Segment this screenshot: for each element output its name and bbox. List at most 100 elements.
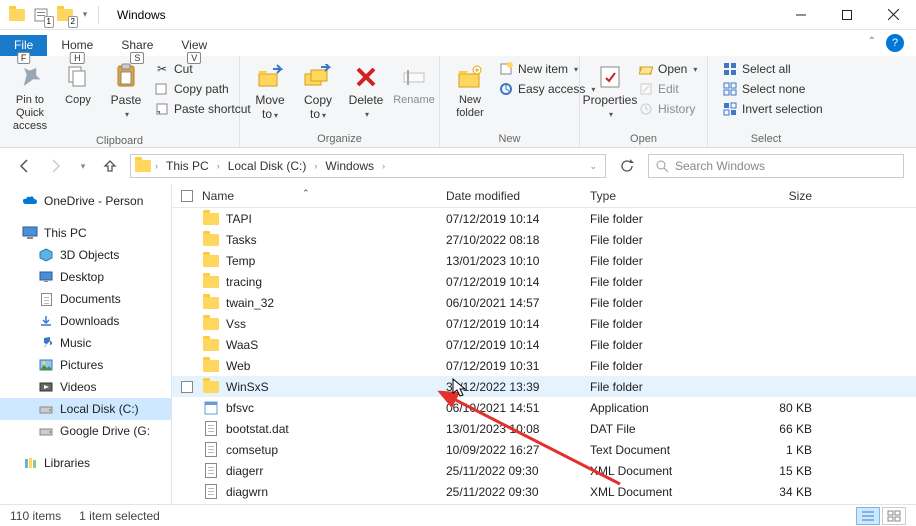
cut-button[interactable]: ✂Cut [150,60,255,78]
col-size[interactable]: Size [708,189,838,203]
ribbon: Pin to Quick access Copy Paste▾ ✂Cut Cop… [0,56,916,148]
copy-path-button[interactable]: Copy path [150,80,255,98]
nav-music[interactable]: Music [0,332,171,354]
search-box[interactable]: Search Windows [648,154,904,178]
file-row[interactable]: diagerr25/11/2022 09:30XML Document15 KB [172,460,916,481]
file-row[interactable]: bfsvc06/10/2021 14:51Application80 KB [172,397,916,418]
tab-home[interactable]: Home H [47,35,107,56]
nav-downloads[interactable]: Downloads [0,310,171,332]
videos-icon [38,379,54,395]
copy-button[interactable]: Copy [54,58,102,109]
status-bar: 110 items 1 item selected [0,504,916,526]
properties-button[interactable]: Properties▾ [586,58,634,123]
col-type[interactable]: Type [590,189,708,203]
qat-folder-icon[interactable] [6,4,28,26]
nav-back-button[interactable] [12,154,36,178]
invert-selection-button[interactable]: Invert selection [718,100,827,118]
nav-onedrive[interactable]: OneDrive - Person [0,190,171,212]
edit-button[interactable]: Edit [634,80,701,98]
address-bar-row: ▾ › This PC› Local Disk (C:)› Windows› ⌄… [0,148,916,184]
nav-desktop[interactable]: Desktop [0,266,171,288]
qat-newfolder-icon[interactable]: 2 [54,4,76,26]
nav-thispc[interactable]: This PC [0,222,171,244]
refresh-button[interactable] [614,154,640,178]
file-row[interactable]: Web07/12/2019 10:31File folder [172,355,916,376]
collapse-ribbon-icon[interactable]: ⌃ [868,36,876,47]
file-date: 25/11/2022 09:30 [446,485,590,499]
sort-indicator-icon: ⌃ [302,188,310,199]
file-date: 13/01/2023 10:08 [446,422,590,436]
file-name: diagwrn [226,485,268,499]
help-icon[interactable]: ? [886,34,904,52]
navigation-pane[interactable]: OneDrive - Person This PC 3D Objects Des… [0,184,172,504]
file-row[interactable]: Temp13/01/2023 10:10File folder [172,250,916,271]
open-button[interactable]: Open▾ [634,60,701,78]
minimize-button[interactable] [778,0,824,30]
invert-icon [722,101,738,117]
view-large-button[interactable] [882,507,906,525]
file-row[interactable]: diagwrn25/11/2022 09:30XML Document34 KB [172,481,916,502]
rename-button[interactable]: Rename [390,58,438,109]
delete-icon [353,60,379,94]
view-details-button[interactable] [856,507,880,525]
file-row[interactable]: bootstat.dat13/01/2023 10:08DAT File66 K… [172,418,916,439]
select-all-checkbox[interactable] [181,190,193,202]
file-row[interactable]: Tasks27/10/2022 08:18File folder [172,229,916,250]
file-row[interactable]: WaaS07/12/2019 10:14File folder [172,334,916,355]
address-bar[interactable]: › This PC› Local Disk (C:)› Windows› ⌄ [130,154,606,178]
column-headers[interactable]: Name⌃ Date modified Type Size [172,184,916,208]
copy-to-button[interactable]: Copy to▾ [294,58,342,124]
nav-3dobjects[interactable]: 3D Objects [0,244,171,266]
file-list[interactable]: Name⌃ Date modified Type Size TAPI07/12/… [172,184,916,504]
file-row[interactable]: Vss07/12/2019 10:14File folder [172,313,916,334]
file-type-icon [202,253,220,269]
nav-documents[interactable]: Documents [0,288,171,310]
file-row[interactable]: WinSxS31/12/2022 13:39File folder [172,376,916,397]
pin-quickaccess-button[interactable]: Pin to Quick access [6,58,54,135]
file-type: Text Document [590,443,708,457]
file-row[interactable]: TAPI07/12/2019 10:14File folder [172,208,916,229]
file-row[interactable]: comsetup10/09/2022 16:27Text Document1 K… [172,439,916,460]
file-type-icon [202,379,220,395]
file-name: Vss [226,317,246,331]
file-row[interactable]: tracing07/12/2019 10:14File folder [172,271,916,292]
tab-view[interactable]: View V [167,35,221,56]
file-name: tracing [226,275,262,289]
file-date: 06/10/2021 14:57 [446,296,590,310]
nav-localdisk[interactable]: Local Disk (C:) [0,398,171,420]
tab-file[interactable]: File F [0,35,47,56]
nav-gdrive[interactable]: Google Drive (G: [0,420,171,442]
libraries-icon [22,455,38,471]
qat-dropdown-icon[interactable]: ▾ [78,4,92,26]
search-icon [655,159,669,173]
file-type-icon [202,442,220,458]
select-none-button[interactable]: Select none [718,80,827,98]
close-button[interactable] [870,0,916,30]
nav-forward-button[interactable] [44,154,68,178]
file-type-icon [202,232,220,248]
col-name[interactable]: Name⌃ [202,189,446,203]
select-all-button[interactable]: Select all [718,60,827,78]
tab-share[interactable]: Share S [107,35,167,56]
drive-icon [38,423,54,439]
desktop-icon [38,269,54,285]
history-button[interactable]: History [634,100,701,118]
nav-pictures[interactable]: Pictures [0,354,171,376]
paste-button[interactable]: Paste▾ [102,58,150,123]
nav-videos[interactable]: Videos [0,376,171,398]
newfolder-icon [455,60,485,94]
delete-button[interactable]: Delete▾ [342,58,390,123]
new-folder-button[interactable]: New folder [446,58,494,122]
maximize-button[interactable] [824,0,870,30]
window-title: Windows [117,8,166,22]
nav-recent-dropdown[interactable]: ▾ [76,154,90,178]
row-checkbox[interactable] [181,381,193,393]
nav-up-button[interactable] [98,154,122,178]
file-type: File folder [590,317,708,331]
nav-libraries[interactable]: Libraries [0,452,171,474]
file-row[interactable]: twain_3206/10/2021 14:57File folder [172,292,916,313]
col-date[interactable]: Date modified [446,189,590,203]
paste-shortcut-button[interactable]: Paste shortcut [150,100,255,118]
qat-properties-icon[interactable]: 1 [30,4,52,26]
move-to-button[interactable]: Move to▾ [246,58,294,124]
